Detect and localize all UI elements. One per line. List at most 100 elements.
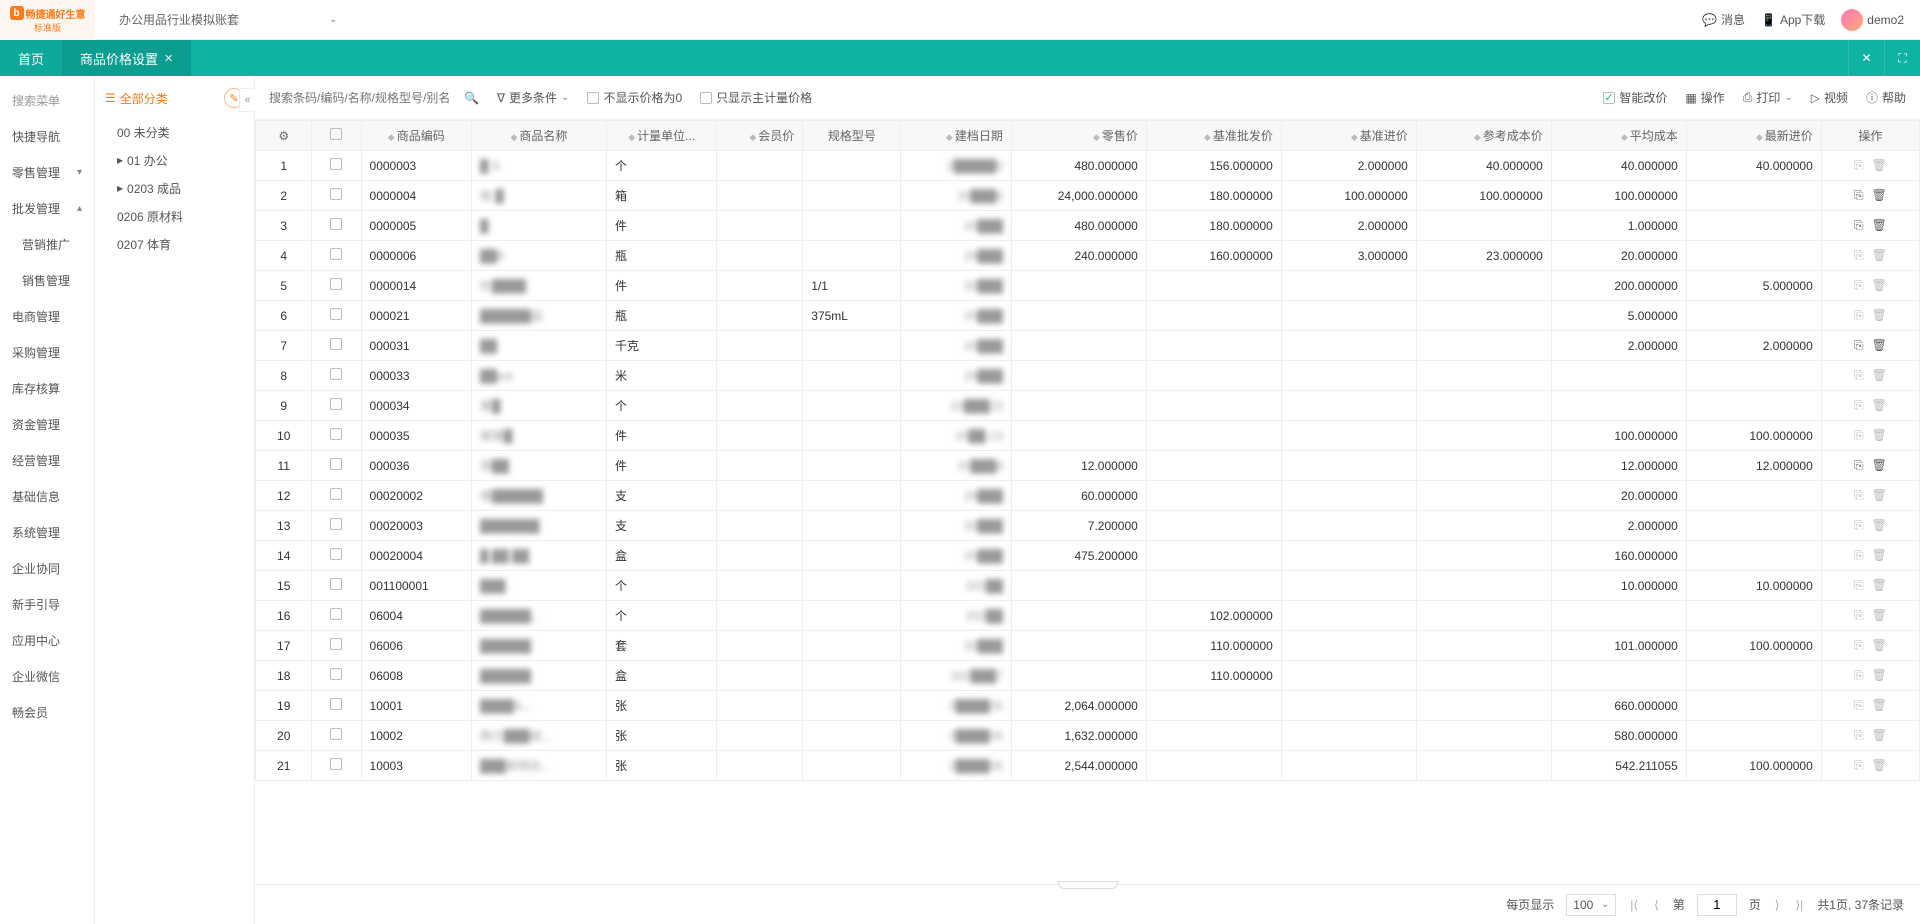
copy-icon[interactable]: ⎘ xyxy=(1854,338,1864,353)
account-selector[interactable]: 办公用品行业模拟账套⌄ xyxy=(95,11,361,28)
table-row[interactable]: 8000033██est米20███⎘🗑 xyxy=(256,361,1920,391)
nav-sales-mgmt[interactable]: 销售管理 xyxy=(0,262,94,298)
copy-icon[interactable]: ⎘ xyxy=(1854,488,1864,503)
delete-icon[interactable]: 🗑 xyxy=(1872,188,1887,203)
delete-icon[interactable]: 🗑 xyxy=(1872,668,1887,683)
cell-ops[interactable]: ⎘🗑 xyxy=(1821,541,1919,571)
delete-icon[interactable]: 🗑 xyxy=(1872,638,1887,653)
tab-home[interactable]: 首页 xyxy=(0,40,62,76)
delete-icon[interactable]: 🗑 xyxy=(1872,278,1887,293)
table-row[interactable]: 7000031██千克20███2.0000002.000000⎘🗑 xyxy=(256,331,1920,361)
col-select-all[interactable] xyxy=(312,121,361,151)
cell-ops[interactable]: ⎘🗑 xyxy=(1821,601,1919,631)
copy-icon[interactable]: ⎘ xyxy=(1854,758,1864,773)
nav-wechat[interactable]: 企业微信 xyxy=(0,658,94,694)
col-name[interactable]: ◆商品名称 xyxy=(471,121,606,151)
delete-icon[interactable]: 🗑 xyxy=(1872,548,1887,563)
delete-icon[interactable]: 🗑 xyxy=(1872,578,1887,593)
table-row[interactable]: 1706006██████套20███110.000000101.0000001… xyxy=(256,631,1920,661)
close-icon[interactable]: ✕ xyxy=(164,52,173,65)
row-select[interactable] xyxy=(312,241,361,271)
tree-node-0203[interactable]: ▸0203 成品 xyxy=(105,174,244,202)
nav-purchase[interactable]: 采购管理 xyxy=(0,334,94,370)
nav-quick[interactable]: 快捷导航 xyxy=(0,118,94,154)
table-row[interactable]: 2010002扬力███结...张2████051,632.000000580.… xyxy=(256,721,1920,751)
tree-node-01[interactable]: ▸01 办公 xyxy=(105,146,244,174)
delete-icon[interactable]: 🗑 xyxy=(1872,368,1887,383)
row-select[interactable] xyxy=(312,601,361,631)
copy-icon[interactable]: ⎘ xyxy=(1854,548,1864,563)
close-all-tabs[interactable]: ✕ xyxy=(1848,40,1884,76)
cell-ops[interactable]: ⎘🗑 xyxy=(1821,211,1919,241)
collapse-tree-icon[interactable]: « xyxy=(239,88,255,112)
row-select[interactable] xyxy=(312,271,361,301)
delete-icon[interactable]: 🗑 xyxy=(1872,488,1887,503)
fullscreen-icon[interactable]: ⛶ xyxy=(1884,40,1920,76)
page-input[interactable] xyxy=(1697,894,1737,916)
col-base[interactable]: ◆基准进价 xyxy=(1281,121,1416,151)
delete-icon[interactable]: 🗑 xyxy=(1872,458,1887,473)
row-select[interactable] xyxy=(312,151,361,181)
delete-icon[interactable]: 🗑 xyxy=(1872,338,1887,353)
cell-ops[interactable]: ⎘🗑 xyxy=(1821,181,1919,211)
copy-icon[interactable]: ⎘ xyxy=(1854,428,1864,443)
table-row[interactable]: 1806008██████盒202███7110.000000⎘🗑 xyxy=(256,661,1920,691)
copy-icon[interactable]: ⎘ xyxy=(1854,728,1864,743)
copy-icon[interactable]: ⎘ xyxy=(1854,248,1864,263)
cell-ops[interactable]: ⎘🗑 xyxy=(1821,661,1919,691)
cell-ops[interactable]: ⎘🗑 xyxy=(1821,721,1919,751)
table-row[interactable]: 1910001████A...张2████052,064.000000660.0… xyxy=(256,691,1920,721)
copy-icon[interactable]: ⎘ xyxy=(1854,188,1864,203)
row-select[interactable] xyxy=(312,301,361,331)
copy-icon[interactable]: ⎘ xyxy=(1854,638,1864,653)
cell-ops[interactable]: ⎘🗑 xyxy=(1821,271,1919,301)
cell-ops[interactable]: ⎘🗑 xyxy=(1821,151,1919,181)
delete-icon[interactable]: 🗑 xyxy=(1872,698,1887,713)
nav-system[interactable]: 系统管理 xyxy=(0,514,94,550)
delete-icon[interactable]: 🗑 xyxy=(1872,608,1887,623)
col-code[interactable]: ◆商品编码 xyxy=(361,121,471,151)
copy-icon[interactable]: ⎘ xyxy=(1854,218,1864,233)
cell-ops[interactable]: ⎘🗑 xyxy=(1821,571,1919,601)
smart-price-button[interactable]: 智能改价 xyxy=(1603,89,1667,106)
col-last[interactable]: ◆最新进价 xyxy=(1686,121,1821,151)
table-row[interactable]: 2110003███新特办...张2████052,544.000000542.… xyxy=(256,751,1920,781)
video-button[interactable]: ▷视频 xyxy=(1811,89,1848,106)
cell-ops[interactable]: ⎘🗑 xyxy=(1821,421,1919,451)
copy-icon[interactable]: ⎘ xyxy=(1854,668,1864,683)
copy-icon[interactable]: ⎘ xyxy=(1854,698,1864,713)
row-select[interactable] xyxy=(312,661,361,691)
copy-icon[interactable]: ⎘ xyxy=(1854,368,1864,383)
page-size-select[interactable]: 100⌄ xyxy=(1566,894,1616,916)
row-select[interactable] xyxy=(312,631,361,661)
row-select[interactable] xyxy=(312,721,361,751)
copy-icon[interactable]: ⎘ xyxy=(1854,278,1864,293)
cell-ops[interactable]: ⎘🗑 xyxy=(1821,511,1919,541)
table-row[interactable]: 40000006██K瓶20███240.000000160.0000003.0… xyxy=(256,241,1920,271)
copy-icon[interactable]: ⎘ xyxy=(1854,578,1864,593)
row-select[interactable] xyxy=(312,541,361,571)
nav-wholesale[interactable]: 批发管理▴ xyxy=(0,190,94,226)
messages-button[interactable]: 💬消息 xyxy=(1702,11,1745,28)
nav-member[interactable]: 畅会员 xyxy=(0,694,94,730)
col-unit[interactable]: ◆计量单位... xyxy=(606,121,716,151)
search-box[interactable]: 🔍 xyxy=(269,91,479,105)
print-button[interactable]: ⎙打印⌄ xyxy=(1743,89,1793,106)
nav-ecom[interactable]: 电商管理 xyxy=(0,298,94,334)
col-spec[interactable]: 规格型号 xyxy=(803,121,901,151)
row-select[interactable] xyxy=(312,751,361,781)
col-cost[interactable]: ◆参考成本价 xyxy=(1416,121,1551,151)
row-select[interactable] xyxy=(312,211,361,241)
table-row[interactable]: 1606004██████...个202██102.000000⎘🗑 xyxy=(256,601,1920,631)
col-settings[interactable]: ⚙ xyxy=(256,121,312,151)
nav-search[interactable]: 搜索菜单 xyxy=(0,82,94,118)
copy-icon[interactable]: ⎘ xyxy=(1854,608,1864,623)
nav-marketing[interactable]: 营销推广 xyxy=(0,226,94,262)
delete-icon[interactable]: 🗑 xyxy=(1872,158,1887,173)
delete-icon[interactable]: 🗑 xyxy=(1872,428,1887,443)
delete-icon[interactable]: 🗑 xyxy=(1872,758,1887,773)
cell-ops[interactable]: ⎘🗑 xyxy=(1821,301,1919,331)
table-row[interactable]: 10000003█ S个2█████0480.000000156.0000002… xyxy=(256,151,1920,181)
table-row[interactable]: 30000005█件20███480.000000180.0000002.000… xyxy=(256,211,1920,241)
table-row[interactable]: 6000021██████品瓶375mL20███5.000000⎘🗑 xyxy=(256,301,1920,331)
